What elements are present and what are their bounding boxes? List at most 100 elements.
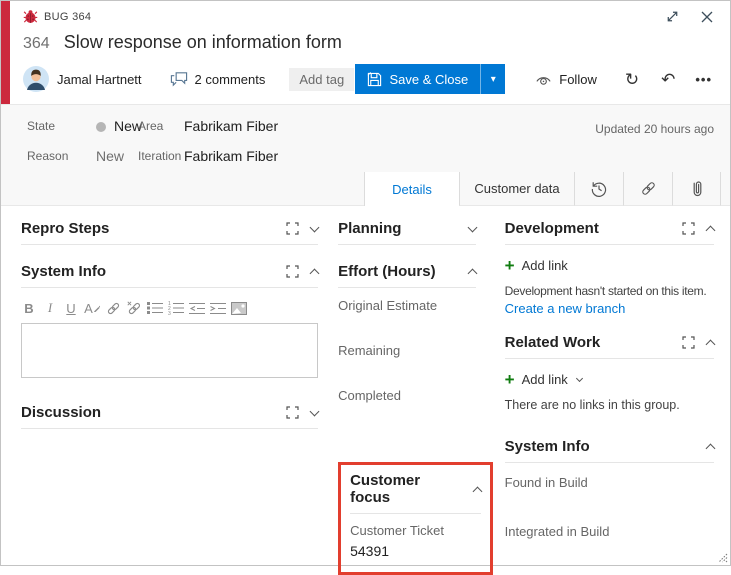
comments-icon — [170, 71, 188, 87]
iteration-label: Iteration — [138, 149, 182, 163]
related-work-fullscreen-icon[interactable] — [682, 336, 695, 349]
development-collapse-chevron[interactable] — [705, 223, 716, 236]
customer-focus-title: Customer focus — [350, 472, 421, 506]
related-work-add-link-button[interactable]: + Add link — [505, 371, 714, 388]
format-painter-button[interactable]: A — [84, 301, 100, 316]
plus-icon: + — [504, 256, 515, 275]
system-info-editor[interactable] — [21, 323, 319, 378]
work-item-id: 364 — [23, 35, 50, 52]
found-in-build-input[interactable] — [505, 490, 714, 520]
repro-steps-collapse-chevron[interactable] — [309, 222, 320, 234]
comments-button[interactable]: 2 comments — [170, 71, 266, 87]
customer-focus-collapse-chevron[interactable] — [472, 484, 483, 496]
remaining-label: Remaining — [338, 343, 401, 358]
undo-button[interactable]: ↶ — [661, 71, 675, 88]
development-add-link-label: Add link — [521, 258, 568, 273]
save-close-button[interactable]: Save & Close — [354, 64, 481, 94]
customer-focus-highlight: Customer focus Customer Ticket 54391 — [338, 462, 493, 575]
last-updated-text: Updated 20 hours ago — [595, 122, 714, 136]
group-related-work: Related Work + Add link There are no lin… — [504, 334, 716, 412]
group-customer-focus: Customer focus Customer Ticket 54391 — [350, 472, 483, 559]
remove-link-button[interactable] — [126, 301, 142, 316]
tab-attachments[interactable] — [672, 172, 721, 206]
iteration-value[interactable]: Fabrikam Fiber — [184, 148, 278, 164]
rich-text-toolbar: B I U A 1 2 3 — [21, 297, 318, 319]
related-work-collapse-chevron[interactable] — [705, 337, 716, 350]
tab-details[interactable]: Details — [364, 172, 459, 206]
state-value[interactable]: New — [96, 118, 142, 134]
effort-collapse-chevron[interactable] — [467, 266, 478, 279]
bold-button[interactable]: B — [21, 301, 37, 316]
original-estimate-input[interactable] — [338, 313, 476, 343]
system-info-right-collapse-chevron[interactable] — [705, 441, 716, 454]
remaining-input[interactable] — [338, 358, 476, 388]
add-tag-button[interactable]: Add tag — [289, 67, 355, 91]
work-item-type-color-bar — [1, 1, 10, 104]
plus-icon: + — [504, 370, 515, 389]
development-add-link-button[interactable]: + Add link — [505, 257, 714, 274]
system-info-collapse-chevron[interactable] — [309, 266, 320, 279]
area-value[interactable]: Fabrikam Fiber — [184, 118, 278, 134]
original-estimate-label: Original Estimate — [338, 298, 438, 313]
follow-button[interactable]: Follow — [535, 72, 597, 87]
insert-image-button[interactable] — [231, 301, 247, 315]
more-options-button[interactable]: ••• — [695, 73, 712, 86]
create-branch-link[interactable]: Create a new branch — [505, 301, 714, 316]
bulleted-list-button[interactable] — [147, 301, 163, 315]
group-discussion: Discussion — [21, 404, 320, 429]
group-planning: Planning — [338, 220, 478, 245]
refresh-button[interactable]: ↻ — [625, 71, 639, 88]
left-column: Repro Steps System Info B I U A 1 2 3 Di… — [21, 220, 320, 567]
completed-input[interactable] — [338, 403, 476, 433]
save-close-label: Save & Close — [389, 71, 469, 87]
tab-customer-data[interactable]: Customer data — [459, 172, 574, 206]
bug-icon — [23, 9, 38, 24]
customer-ticket-label: Customer Ticket — [350, 523, 445, 538]
comments-count: 2 comments — [194, 71, 266, 87]
integrated-in-build-input[interactable] — [505, 539, 714, 569]
development-empty-message: Development hasn't started on this item. — [504, 284, 707, 298]
save-icon — [367, 71, 382, 87]
resize-grip[interactable] — [715, 550, 728, 563]
development-fullscreen-icon[interactable] — [682, 222, 695, 235]
save-close-split-button: Save & Close ▾ — [354, 64, 506, 94]
discussion-fullscreen-icon[interactable] — [286, 406, 299, 419]
close-icon[interactable] — [700, 10, 714, 24]
save-options-dropdown[interactable]: ▾ — [480, 64, 506, 94]
work-item-title-field[interactable]: Slow response on information form — [64, 32, 342, 53]
found-in-build-label: Found in Build — [504, 475, 588, 490]
area-label: Area — [138, 119, 164, 133]
group-system-info-builds: System Info Found in Build Integrated in… — [504, 438, 716, 569]
avatar — [23, 66, 49, 92]
system-info-right-title: System Info — [504, 438, 590, 455]
customer-ticket-value[interactable]: 54391 — [350, 543, 481, 559]
repro-steps-title: Repro Steps — [21, 220, 110, 237]
assigned-to-field[interactable]: Jamal Hartnett — [23, 66, 142, 92]
link-icon — [640, 180, 657, 197]
follow-label: Follow — [559, 71, 597, 87]
discussion-title: Discussion — [21, 404, 102, 421]
discussion-collapse-chevron[interactable] — [309, 406, 320, 418]
reason-value[interactable]: New — [96, 148, 138, 164]
outdent-button[interactable] — [189, 302, 205, 315]
repro-steps-fullscreen-icon[interactable] — [286, 222, 299, 235]
expand-dialog-icon[interactable] — [665, 9, 680, 24]
tab-links[interactable] — [623, 172, 672, 206]
svg-text:3: 3 — [168, 311, 171, 315]
numbered-list-button[interactable]: 123 — [168, 301, 184, 315]
middle-column: Planning Effort (Hours) Original Estimat… — [338, 220, 493, 575]
system-info-fullscreen-icon[interactable] — [286, 265, 299, 278]
work-item-header: BUG 364 364 Slow response on information… — [1, 1, 730, 104]
planning-collapse-chevron[interactable] — [467, 222, 478, 234]
insert-link-button[interactable] — [105, 301, 121, 316]
integrated-in-build-label: Integrated in Build — [504, 524, 610, 539]
caret-down-icon: ▾ — [490, 73, 496, 85]
group-development: Development + Add link Development hasn'… — [504, 220, 716, 316]
classification-fields: State New Area Fabrikam Fiber Reason New… — [27, 118, 278, 164]
underline-button[interactable]: U — [63, 301, 79, 316]
related-work-empty-message: There are no links in this group. — [504, 398, 680, 412]
tab-history[interactable] — [574, 172, 623, 206]
completed-label: Completed — [338, 388, 401, 403]
indent-button[interactable] — [210, 302, 226, 315]
italic-button[interactable]: I — [42, 300, 58, 316]
